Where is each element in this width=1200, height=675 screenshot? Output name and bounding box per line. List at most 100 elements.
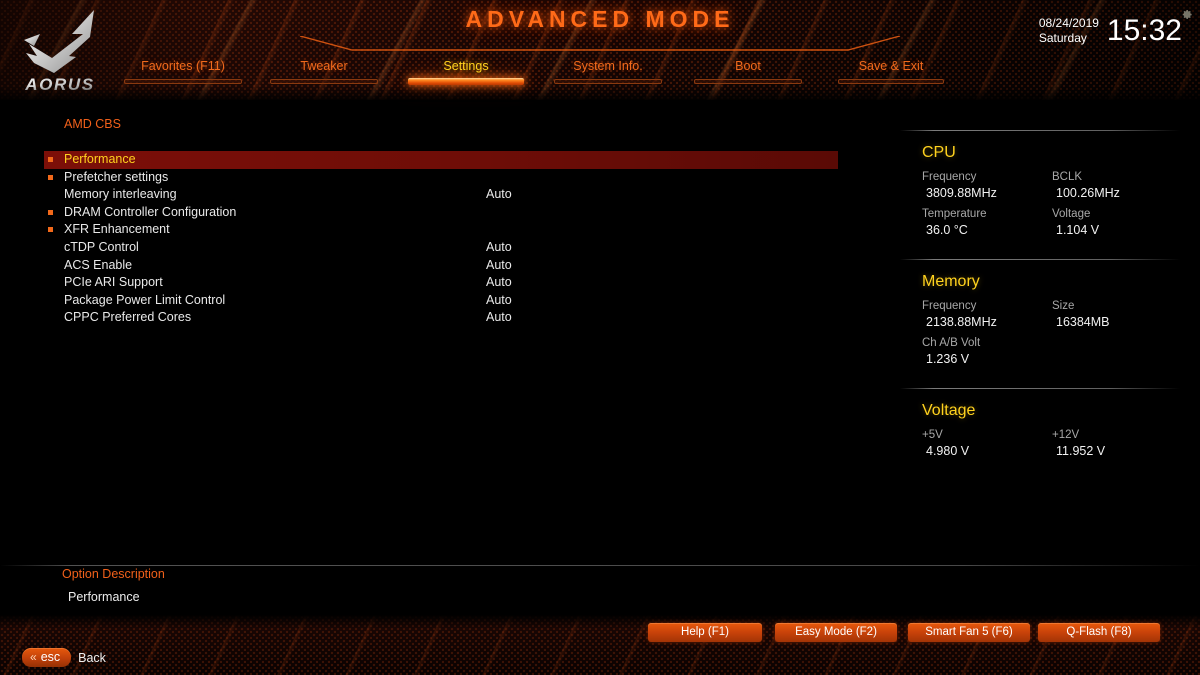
- sidebar-metric-value: 100.26MHz: [1056, 186, 1120, 200]
- sidebar-metric-value: 4.980 V: [926, 444, 970, 458]
- submenu-bullet-icon: [48, 157, 53, 162]
- function-key-q-flash-f8[interactable]: Q-Flash (F8): [1038, 623, 1160, 642]
- sidebar-metric-value: 16384MB: [1056, 315, 1110, 329]
- option-description-text: Performance: [68, 590, 140, 604]
- menu-item-label: ACS Enable: [64, 257, 133, 272]
- sidebar-metric: BCLK 100.26MHz: [1052, 169, 1182, 202]
- sidebar-metric: +5V 4.980 V: [922, 427, 1052, 460]
- sidebar-section-memory: Memory Frequency 2138.88MHz Size 16384MB Ch A…: [900, 260, 1190, 388]
- bios-advanced-mode-screen: AORUS ADVANCED MODE Favorites (F11) Tweak…: [0, 0, 1200, 675]
- sidebar-section-title: Voltage: [922, 402, 976, 419]
- menu-item-label: Performance: [64, 152, 136, 166]
- tab-label: Favorites (F11): [141, 59, 225, 73]
- settings-menu-list: Performance Prefetcher settings Memory int…: [44, 151, 840, 327]
- submenu-bullet-icon: [48, 174, 53, 180]
- menu-item-performance[interactable]: Performance: [44, 151, 840, 169]
- sidebar-row: Frequency 3809.88MHz BCLK 100.26MHz: [922, 169, 1190, 202]
- tab-tweaker[interactable]: Tweaker: [258, 58, 390, 84]
- tab-label: System Info.: [573, 59, 643, 73]
- sidebar-section-cpu: CPU Frequency 3809.88MHz BCLK 100.26MHz Tempe…: [900, 131, 1190, 259]
- function-key-smart-fan-5-f6[interactable]: Smart Fan 5 (F6): [908, 623, 1030, 642]
- tab-underline: [838, 79, 944, 84]
- tab-settings[interactable]: Settings: [396, 58, 536, 85]
- function-key-easy-mode-f2[interactable]: Easy Mode (F2): [775, 623, 897, 642]
- tab-boot[interactable]: Boot: [682, 58, 814, 84]
- menu-item-label: PCIe ARI Support: [64, 275, 163, 290]
- menu-item-value[interactable]: Auto: [486, 258, 512, 272]
- function-key-help-f1[interactable]: Help (F1): [648, 623, 762, 642]
- menu-item-pcie-ari-support[interactable]: PCIe ARI Support Auto: [44, 274, 840, 292]
- clock-date: 08/24/2019: [1038, 16, 1099, 30]
- menu-item-label: cTDP Control: [64, 239, 139, 254]
- menu-item-package-power-limit-control[interactable]: Package Power Limit Control Auto: [44, 292, 840, 310]
- menu-item-value[interactable]: Auto: [486, 310, 512, 324]
- submenu-bullet-icon: [48, 227, 53, 233]
- menu-item-label: XFR Enhancement: [64, 222, 170, 237]
- sidebar-metric-value: 3809.88MHz: [926, 186, 997, 200]
- hardware-monitor-sidebar: CPU Frequency 3809.88MHz BCLK 100.26MHz Tempe…: [900, 130, 1190, 480]
- sidebar-row: Frequency 2138.88MHz Size 16384MB: [922, 298, 1190, 331]
- menu-item-memory-interleaving[interactable]: Memory interleaving Auto: [44, 186, 840, 204]
- sidebar-metric-value: 36.0 °C: [926, 223, 968, 237]
- sidebar-section-voltage: Voltage +5V 4.980 V +12V 11.952 V: [900, 389, 1190, 480]
- menu-item-xfr-enhancement[interactable]: XFR Enhancement: [44, 221, 840, 239]
- sidebar-metric-label: Size: [1052, 300, 1075, 312]
- sidebar-metric-label: +12V: [1052, 429, 1080, 441]
- sidebar-metric-label: Temperature: [922, 208, 987, 220]
- sidebar-metric: Voltage 1.104 V: [1052, 206, 1182, 239]
- sidebar-metric-value: 1.104 V: [1056, 223, 1100, 237]
- tab-label: Save & Exit: [858, 59, 924, 73]
- sidebar-metric-label: Voltage: [1052, 208, 1091, 220]
- title-decoration: [299, 36, 901, 51]
- sidebar-metric: +12V 11.952 V: [1052, 427, 1182, 460]
- sidebar-metric-value: 2138.88MHz: [926, 315, 997, 329]
- sidebar-section-title: Memory: [922, 273, 980, 290]
- menu-item-value[interactable]: Auto: [486, 293, 512, 307]
- menu-item-value[interactable]: Auto: [486, 275, 512, 289]
- tab-save-exit[interactable]: Save & Exit: [826, 58, 956, 84]
- gear-icon[interactable]: [1182, 9, 1193, 20]
- tab-label: Settings: [443, 59, 489, 73]
- tab-underline: [124, 79, 242, 84]
- menu-item-cppc-preferred-cores[interactable]: CPPC Preferred Cores Auto: [44, 309, 840, 327]
- esc-label: esc: [40, 650, 61, 664]
- clock-time: 15:32: [1106, 14, 1182, 47]
- menu-item-value[interactable]: Auto: [486, 187, 512, 201]
- tab-underline: [408, 78, 524, 85]
- main-nav-tabs: Favorites (F11) Tweaker Settings System Inf…: [0, 58, 1200, 92]
- sidebar-section-title: CPU: [922, 144, 956, 161]
- menu-item-label: Memory interleaving: [64, 187, 177, 202]
- esc-button[interactable]: « esc: [22, 648, 72, 667]
- tab-underline: [694, 79, 802, 84]
- esc-back-control[interactable]: « esc Back: [22, 648, 106, 667]
- sidebar-metric: Ch A/B Volt 1.236 V: [922, 335, 1052, 368]
- sidebar-metric: [1052, 335, 1182, 368]
- chevron-left-icon: «: [30, 650, 37, 664]
- menu-item-label: DRAM Controller Configuration: [64, 204, 237, 219]
- sidebar-metric-label: Frequency: [922, 300, 977, 312]
- sidebar-metric-value: 1.236 V: [926, 352, 970, 366]
- menu-item-value[interactable]: Auto: [486, 240, 512, 254]
- back-label: Back: [78, 650, 106, 665]
- menu-item-dram-controller-configuration[interactable]: DRAM Controller Configuration: [44, 204, 840, 222]
- tab-system-info[interactable]: System Info.: [542, 58, 674, 84]
- tab-label: Tweaker: [300, 59, 348, 73]
- sidebar-metric-label: BCLK: [1052, 171, 1083, 183]
- tab-underline: [554, 79, 662, 84]
- menu-item-acs-enable[interactable]: ACS Enable Auto: [44, 257, 840, 275]
- tab-favorites-f11[interactable]: Favorites (F11): [112, 58, 254, 84]
- menu-item-label: Package Power Limit Control: [64, 292, 226, 307]
- sidebar-metric: Size 16384MB: [1052, 298, 1182, 331]
- submenu-bullet-icon: [48, 209, 53, 215]
- menu-item-label: CPPC Preferred Cores: [64, 310, 192, 325]
- sidebar-row: +5V 4.980 V +12V 11.952 V: [922, 427, 1190, 460]
- advanced-mode-title: ADVANCED MODE: [465, 6, 735, 32]
- menu-item-ctdp-control[interactable]: cTDP Control Auto: [44, 239, 840, 257]
- sidebar-metric-value: 11.952 V: [1056, 444, 1106, 458]
- clock-date-block: 08/24/2019 Saturday: [1039, 16, 1099, 46]
- menu-item-prefetcher-settings[interactable]: Prefetcher settings: [44, 169, 840, 187]
- option-description-title: Option Description: [62, 567, 165, 581]
- sidebar-metric: Temperature 36.0 °C: [922, 206, 1052, 239]
- advanced-mode-title-wrap: ADVANCED MODE: [0, 6, 1200, 33]
- sidebar-metric-label: Frequency: [922, 171, 977, 183]
